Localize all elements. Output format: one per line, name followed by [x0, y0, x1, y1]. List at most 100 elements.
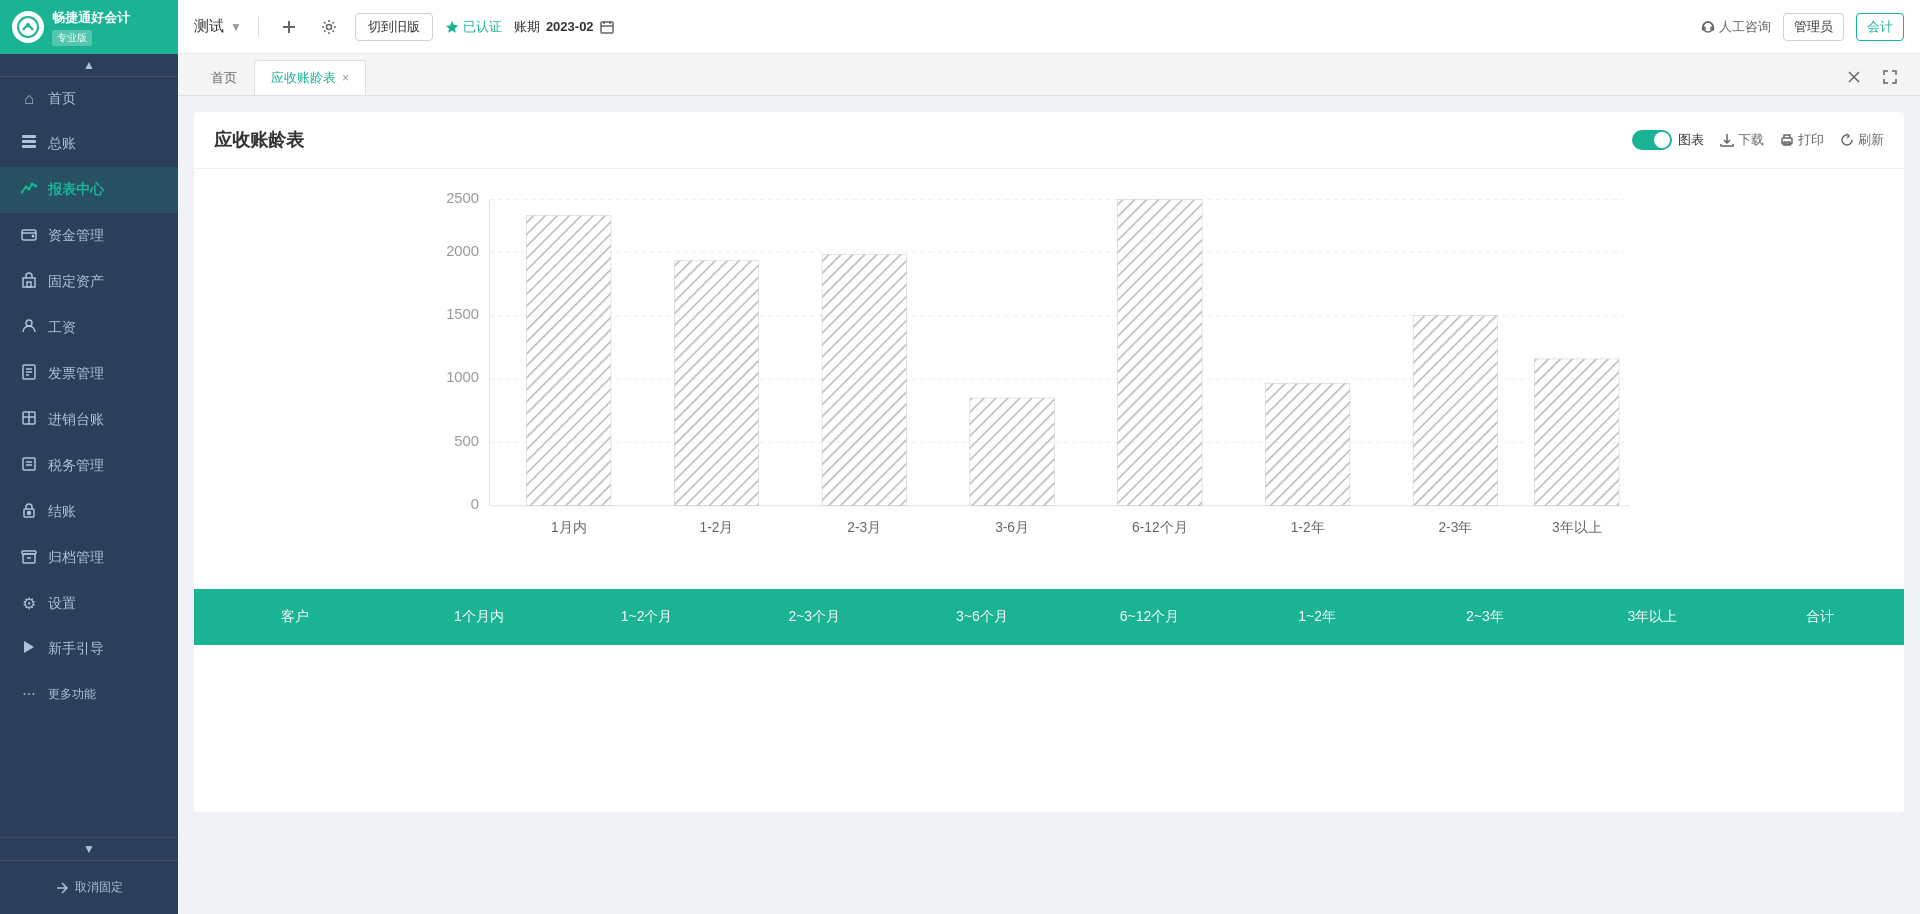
scroll-up-btn[interactable]: ▲ [83, 58, 95, 72]
table-col-total: 合计 [1736, 589, 1904, 645]
sidebar-item-inventory[interactable]: 进销台账 [0, 397, 178, 443]
sidebar-item-home[interactable]: ⌂ 首页 [0, 77, 178, 121]
refresh-btn[interactable]: 刷新 [1840, 131, 1884, 149]
chart-area: 0 500 1000 1500 2000 2500 1月内 [194, 169, 1904, 589]
bar-6-12-month[interactable] [1118, 200, 1202, 506]
chart-toggle[interactable] [1632, 130, 1672, 150]
project-selector[interactable]: 测试 ▼ [194, 17, 242, 36]
bar-2-3-year[interactable] [1413, 316, 1497, 506]
svg-text:6-12个月: 6-12个月 [1132, 520, 1187, 535]
cancel-fixed-btn[interactable]: 取消固定 [0, 871, 178, 904]
print-btn[interactable]: 打印 [1780, 131, 1824, 149]
sidebar-item-payroll[interactable]: 工资 [0, 305, 178, 351]
period-label: 账期 [514, 18, 540, 36]
col-2-3y-label: 2~3年 [1466, 608, 1504, 626]
chevron-down-icon: ▼ [230, 20, 242, 34]
switch-version-btn[interactable]: 切到旧版 [355, 13, 433, 41]
svg-rect-2 [22, 135, 36, 138]
svg-point-1 [26, 23, 30, 27]
print-icon [1780, 133, 1794, 147]
tab-close-icon[interactable]: × [342, 72, 349, 84]
sidebar-item-invoice[interactable]: 发票管理 [0, 351, 178, 397]
svg-text:500: 500 [454, 433, 479, 449]
sidebar-item-closing[interactable]: 结账 [0, 489, 178, 535]
sidebar-item-guide[interactable]: 新手引导 [0, 626, 178, 672]
sidebar-item-funds[interactable]: 资金管理 [0, 213, 178, 259]
home-icon: ⌂ [20, 90, 38, 108]
svg-rect-3 [22, 140, 36, 143]
table-col-6-12m: 6~12个月 [1066, 589, 1234, 645]
svg-rect-13 [27, 282, 31, 287]
assets-icon [20, 272, 38, 292]
sidebar-item-label: 结账 [48, 503, 76, 521]
sidebar-logo: 畅捷通好会计 专业版 [0, 0, 178, 54]
sidebar-item-tax[interactable]: 税务管理 [0, 443, 178, 489]
sidebar-item-label: 发票管理 [48, 365, 104, 383]
svg-text:1月内: 1月内 [551, 520, 587, 535]
headset-icon [1701, 20, 1715, 34]
bar-2-3-month[interactable] [822, 254, 906, 505]
svg-text:3年以上: 3年以上 [1552, 520, 1602, 535]
col-3-6m-label: 3~6个月 [956, 608, 1008, 626]
app-logo-icon [12, 11, 44, 43]
sidebar-item-label: 税务管理 [48, 457, 104, 475]
svg-text:2-3年: 2-3年 [1438, 520, 1472, 535]
tab-home[interactable]: 首页 [194, 60, 254, 95]
sidebar-item-label: 固定资产 [48, 273, 104, 291]
report-header: 应收账龄表 图表 下载 [194, 112, 1904, 169]
col-1-2m-label: 1~2个月 [621, 608, 673, 626]
sidebar-bottom: 取消固定 [0, 860, 178, 914]
col-customer-label: 客户 [281, 608, 309, 626]
download-btn[interactable]: 下载 [1720, 131, 1764, 149]
settings-topbar-btn[interactable] [315, 13, 343, 41]
content-area: 应收账龄表 图表 下载 [178, 96, 1920, 914]
scroll-down-btn[interactable]: ▼ [83, 842, 95, 856]
svg-point-33 [326, 24, 331, 29]
calendar-icon[interactable] [600, 20, 614, 34]
svg-text:3-6月: 3-6月 [995, 520, 1029, 535]
bar-chart: 0 500 1000 1500 2000 2500 1月内 [214, 189, 1884, 569]
svg-text:1000: 1000 [446, 369, 479, 385]
svg-marker-30 [24, 641, 34, 653]
sidebar-item-more[interactable]: ··· 更多功能 [0, 672, 178, 716]
tab-receivable-aging[interactable]: 应收账龄表 × [254, 60, 366, 95]
sidebar-item-settings[interactable]: ⚙ 设置 [0, 581, 178, 626]
svg-text:2000: 2000 [446, 243, 479, 259]
report-title: 应收账龄表 [214, 128, 304, 152]
sidebar-item-label: 总账 [48, 135, 76, 153]
sidebar-item-ledger[interactable]: 总账 [0, 121, 178, 167]
close-panel-btn[interactable] [1840, 63, 1868, 91]
expand-panel-btn[interactable] [1876, 63, 1904, 91]
consult-btn[interactable]: 人工咨询 [1701, 18, 1771, 36]
accountant-btn[interactable]: 会计 [1856, 13, 1904, 41]
consult-text: 人工咨询 [1719, 18, 1771, 36]
bar-1-2-month[interactable] [674, 261, 758, 506]
bar-3plus-year[interactable] [1535, 359, 1619, 506]
bar-3-6-month[interactable] [970, 398, 1054, 506]
closing-icon [20, 502, 38, 522]
svg-rect-4 [22, 145, 36, 148]
topbar: 测试 ▼ 切到旧版 已认证 账期 2023-02 [178, 0, 1920, 54]
sidebar: 畅捷通好会计 专业版 ▲ ⌂ 首页 总账 [0, 0, 178, 914]
svg-point-14 [26, 320, 32, 326]
inventory-icon [20, 410, 38, 430]
tab-home-label: 首页 [211, 69, 237, 87]
sidebar-item-label: 进销台账 [48, 411, 104, 429]
col-6-12m-label: 6~12个月 [1120, 608, 1180, 626]
app-logo-text: 畅捷通好会计 专业版 [52, 9, 130, 46]
sidebar-item-reports[interactable]: 报表中心 [0, 167, 178, 213]
bar-1-month[interactable] [527, 215, 611, 505]
certified-text: 已认证 [463, 18, 502, 36]
tab-current-label: 应收账龄表 [271, 69, 336, 87]
svg-text:2500: 2500 [446, 190, 479, 206]
bar-1-2-year[interactable] [1265, 383, 1349, 505]
add-btn[interactable] [275, 13, 303, 41]
manager-btn[interactable]: 管理员 [1783, 13, 1844, 41]
table-col-3-6m: 3~6个月 [898, 589, 1066, 645]
svg-text:0: 0 [471, 496, 479, 512]
sidebar-item-assets[interactable]: 固定资产 [0, 259, 178, 305]
sidebar-item-archive[interactable]: 归档管理 [0, 535, 178, 581]
certified-badge: 已认证 [445, 18, 502, 36]
table-col-customer: 客户 [194, 589, 395, 645]
payroll-icon [20, 318, 38, 338]
